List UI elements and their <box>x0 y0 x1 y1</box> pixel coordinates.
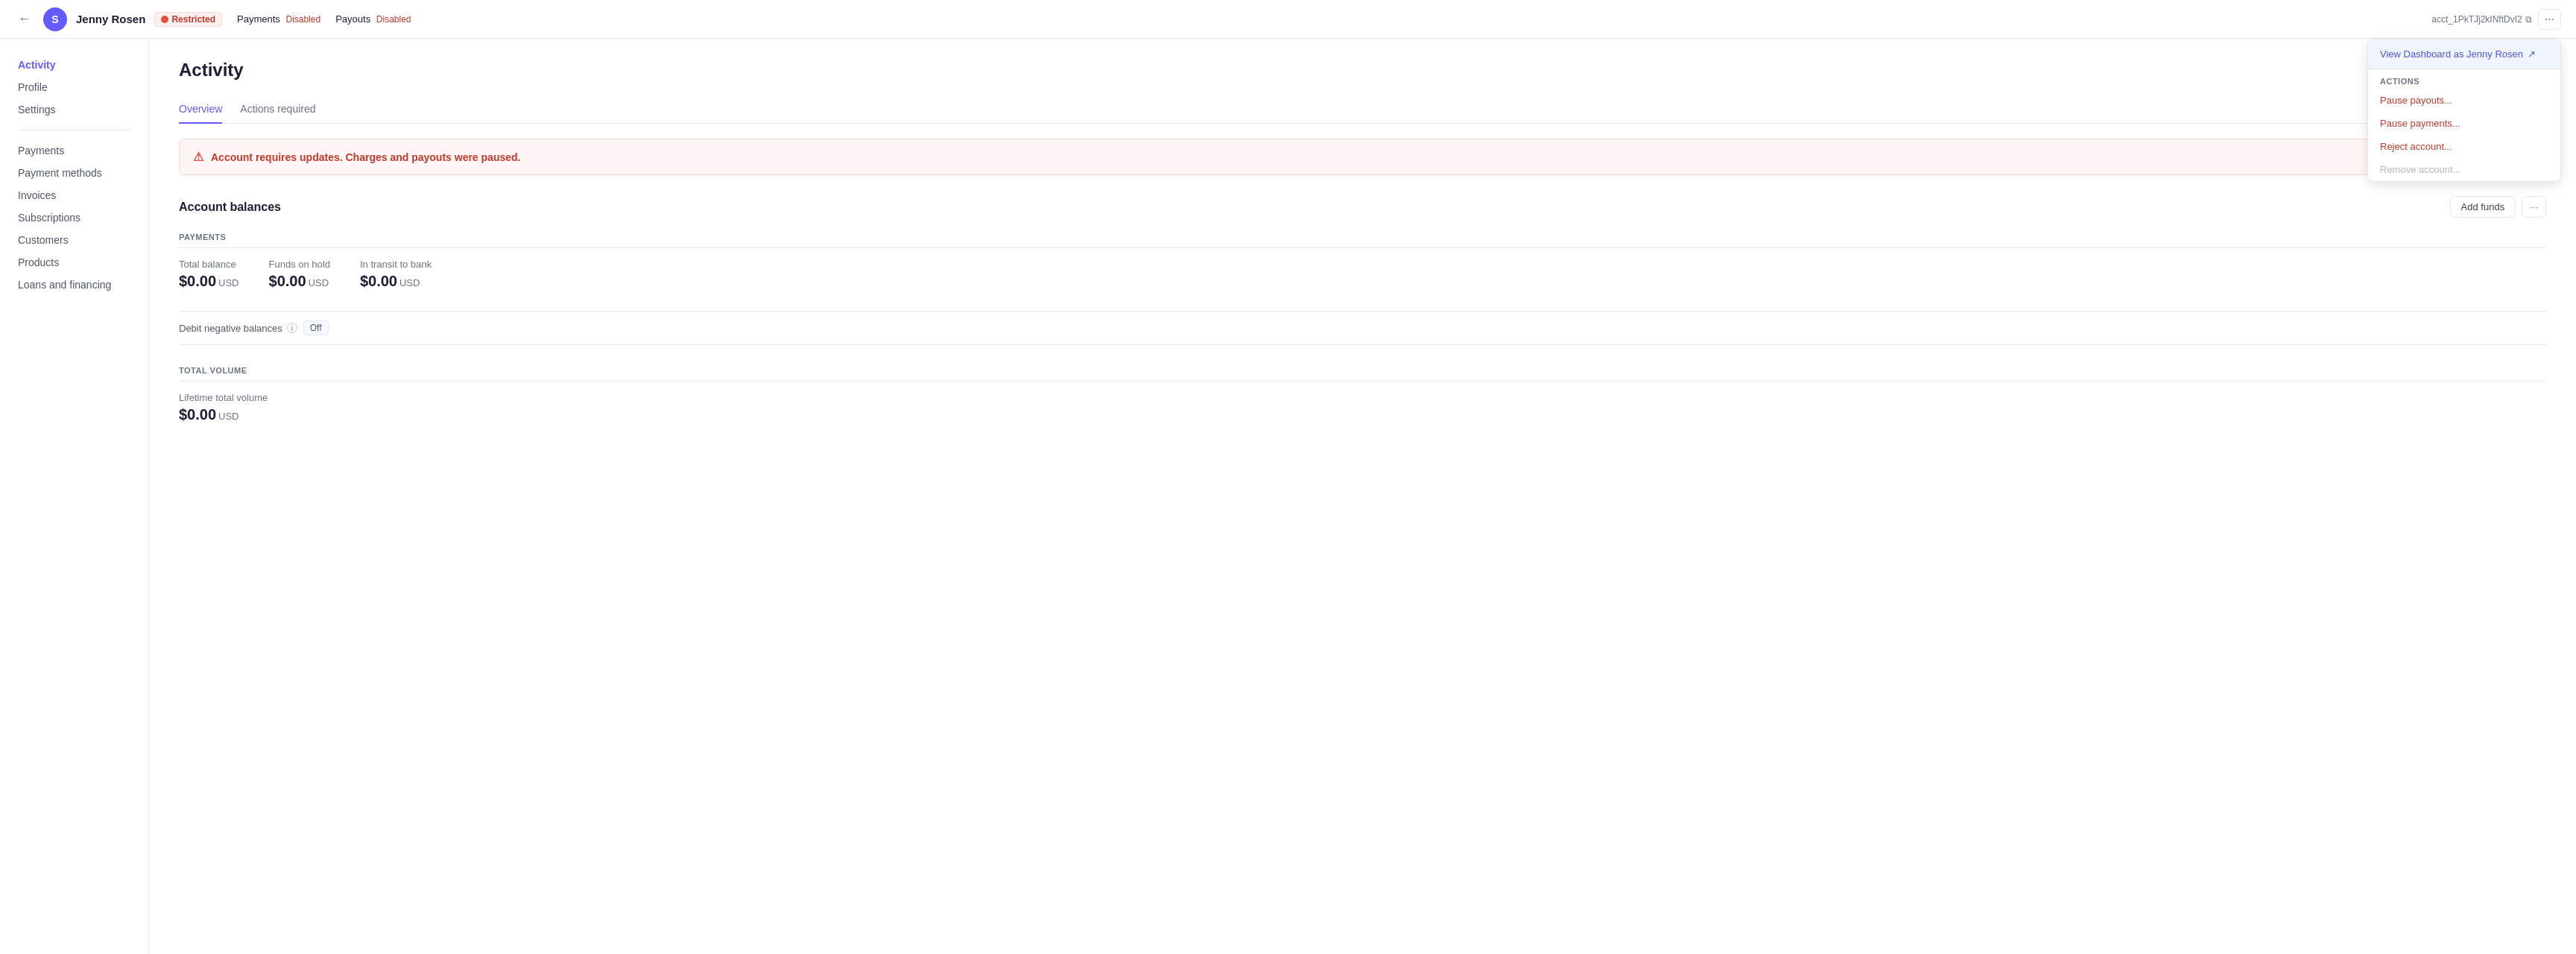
add-funds-button[interactable]: Add funds <box>2450 196 2516 218</box>
lifetime-value: $0.00USD <box>179 406 2546 423</box>
total-balance-item: Total balance $0.00USD <box>179 259 239 290</box>
header-right: acct_1PkTJj2kINftDvI2 ⧉ ··· <box>2431 9 2561 30</box>
sidebar-item-activity[interactable]: Activity <box>0 54 148 76</box>
header-left: ← S Jenny Rosen Restricted Payments Disa… <box>15 7 2431 31</box>
payments-nav-item: Payments Disabled <box>231 13 326 25</box>
funds-hold-label: Funds on hold <box>269 259 330 270</box>
funds-hold-item: Funds on hold $0.00USD <box>269 259 330 290</box>
account-id: acct_1PkTJj2kINftDvI2 ⧉ <box>2431 14 2531 25</box>
alert-message: Account requires updates. Charges and pa… <box>211 151 520 163</box>
restricted-dot <box>161 16 168 23</box>
payouts-nav-item: Payouts Disabled <box>329 13 417 25</box>
back-button[interactable]: ← <box>15 8 34 30</box>
in-transit-label: In transit to bank <box>360 259 432 270</box>
total-balance-currency: USD <box>218 277 239 288</box>
sidebar-item-profile[interactable]: Profile <box>0 76 148 98</box>
copy-icon[interactable]: ⧉ <box>2525 14 2532 25</box>
sidebar-item-payment-methods[interactable]: Payment methods <box>0 162 148 184</box>
account-balances-title: Account balances <box>179 200 281 214</box>
debit-negative-label: Debit negative balances i <box>179 323 297 334</box>
payments-sublabel: PAYMENTS <box>179 233 2546 248</box>
sidebar-item-customers[interactable]: Customers <box>0 229 148 251</box>
balance-more-button[interactable]: ··· <box>2522 196 2546 218</box>
total-balance-value: $0.00USD <box>179 273 239 290</box>
reject-account-item[interactable]: Reject account... <box>2368 135 2560 158</box>
actions-dropdown: View Dashboard as Jenny Rosen ↗ Actions … <box>2367 39 2561 182</box>
in-transit-value: $0.00USD <box>360 273 432 290</box>
layout: Activity Profile Settings Payments Payme… <box>0 39 2576 954</box>
payouts-nav-status: Disabled <box>376 14 411 25</box>
sidebar-item-payments[interactable]: Payments <box>0 139 148 162</box>
tabs: Overview Actions required <box>179 95 2546 124</box>
total-volume-section: TOTAL VOLUME Lifetime total volume $0.00… <box>179 366 2546 423</box>
sidebar-item-subscriptions[interactable]: Subscriptions <box>0 206 148 229</box>
tab-actions-required[interactable]: Actions required <box>240 95 315 124</box>
alert-banner: ⚠ Account requires updates. Charges and … <box>179 139 2546 175</box>
account-name: Jenny Rosen <box>76 13 145 25</box>
lifetime-label: Lifetime total volume <box>179 392 2546 403</box>
page-title: Activity <box>179 60 2546 80</box>
pause-payouts-item[interactable]: Pause payouts... <box>2368 89 2560 112</box>
tab-overview[interactable]: Overview <box>179 95 222 124</box>
total-balance-label: Total balance <box>179 259 239 270</box>
external-link-icon: ↗ <box>2528 48 2536 60</box>
view-dashboard-label: View Dashboard as Jenny Rosen <box>2380 48 2523 60</box>
sidebar: Activity Profile Settings Payments Payme… <box>0 39 149 954</box>
sidebar-item-products[interactable]: Products <box>0 251 148 274</box>
balance-actions: Add funds ··· <box>2450 196 2546 218</box>
sidebar-item-settings[interactable]: Settings <box>0 98 148 121</box>
funds-hold-value: $0.00USD <box>269 273 330 290</box>
total-volume-sublabel: TOTAL VOLUME <box>179 366 2546 382</box>
avatar: S <box>43 7 67 31</box>
sidebar-item-loans-financing[interactable]: Loans and financing <box>0 274 148 296</box>
payments-nav-label: Payments <box>237 13 280 25</box>
debit-info-icon[interactable]: i <box>287 323 297 333</box>
account-balances-section: Account balances Add funds ··· <box>179 196 2546 218</box>
alert-icon: ⚠ <box>193 150 203 164</box>
sidebar-item-invoices[interactable]: Invoices <box>0 184 148 206</box>
view-dashboard-button[interactable]: View Dashboard as Jenny Rosen ↗ <box>2368 40 2560 69</box>
debit-negative-row: Debit negative balances i Off <box>179 311 2546 345</box>
actions-section-label: Actions <box>2368 69 2560 89</box>
debit-negative-status: Off <box>303 320 329 335</box>
payments-nav-status: Disabled <box>286 14 321 25</box>
header-nav: Payments Disabled Payouts Disabled <box>231 13 417 25</box>
lifetime-currency: USD <box>218 411 239 422</box>
header: ← S Jenny Rosen Restricted Payments Disa… <box>0 0 2576 39</box>
restricted-badge: Restricted <box>154 12 222 27</box>
restricted-label: Restricted <box>171 14 215 25</box>
balance-grid: Total balance $0.00USD Funds on hold $0.… <box>179 259 2546 290</box>
more-button[interactable]: ··· <box>2538 9 2561 30</box>
main-content: Activity Overview Actions required ⚠ Acc… <box>149 39 2576 954</box>
pause-payments-item[interactable]: Pause payments... <box>2368 112 2560 135</box>
funds-hold-currency: USD <box>309 277 329 288</box>
in-transit-item: In transit to bank $0.00USD <box>360 259 432 290</box>
payouts-nav-label: Payouts <box>335 13 370 25</box>
remove-account-item: Remove account... <box>2368 158 2560 181</box>
in-transit-currency: USD <box>400 277 420 288</box>
account-id-text: acct_1PkTJj2kINftDvI2 <box>2431 14 2522 25</box>
